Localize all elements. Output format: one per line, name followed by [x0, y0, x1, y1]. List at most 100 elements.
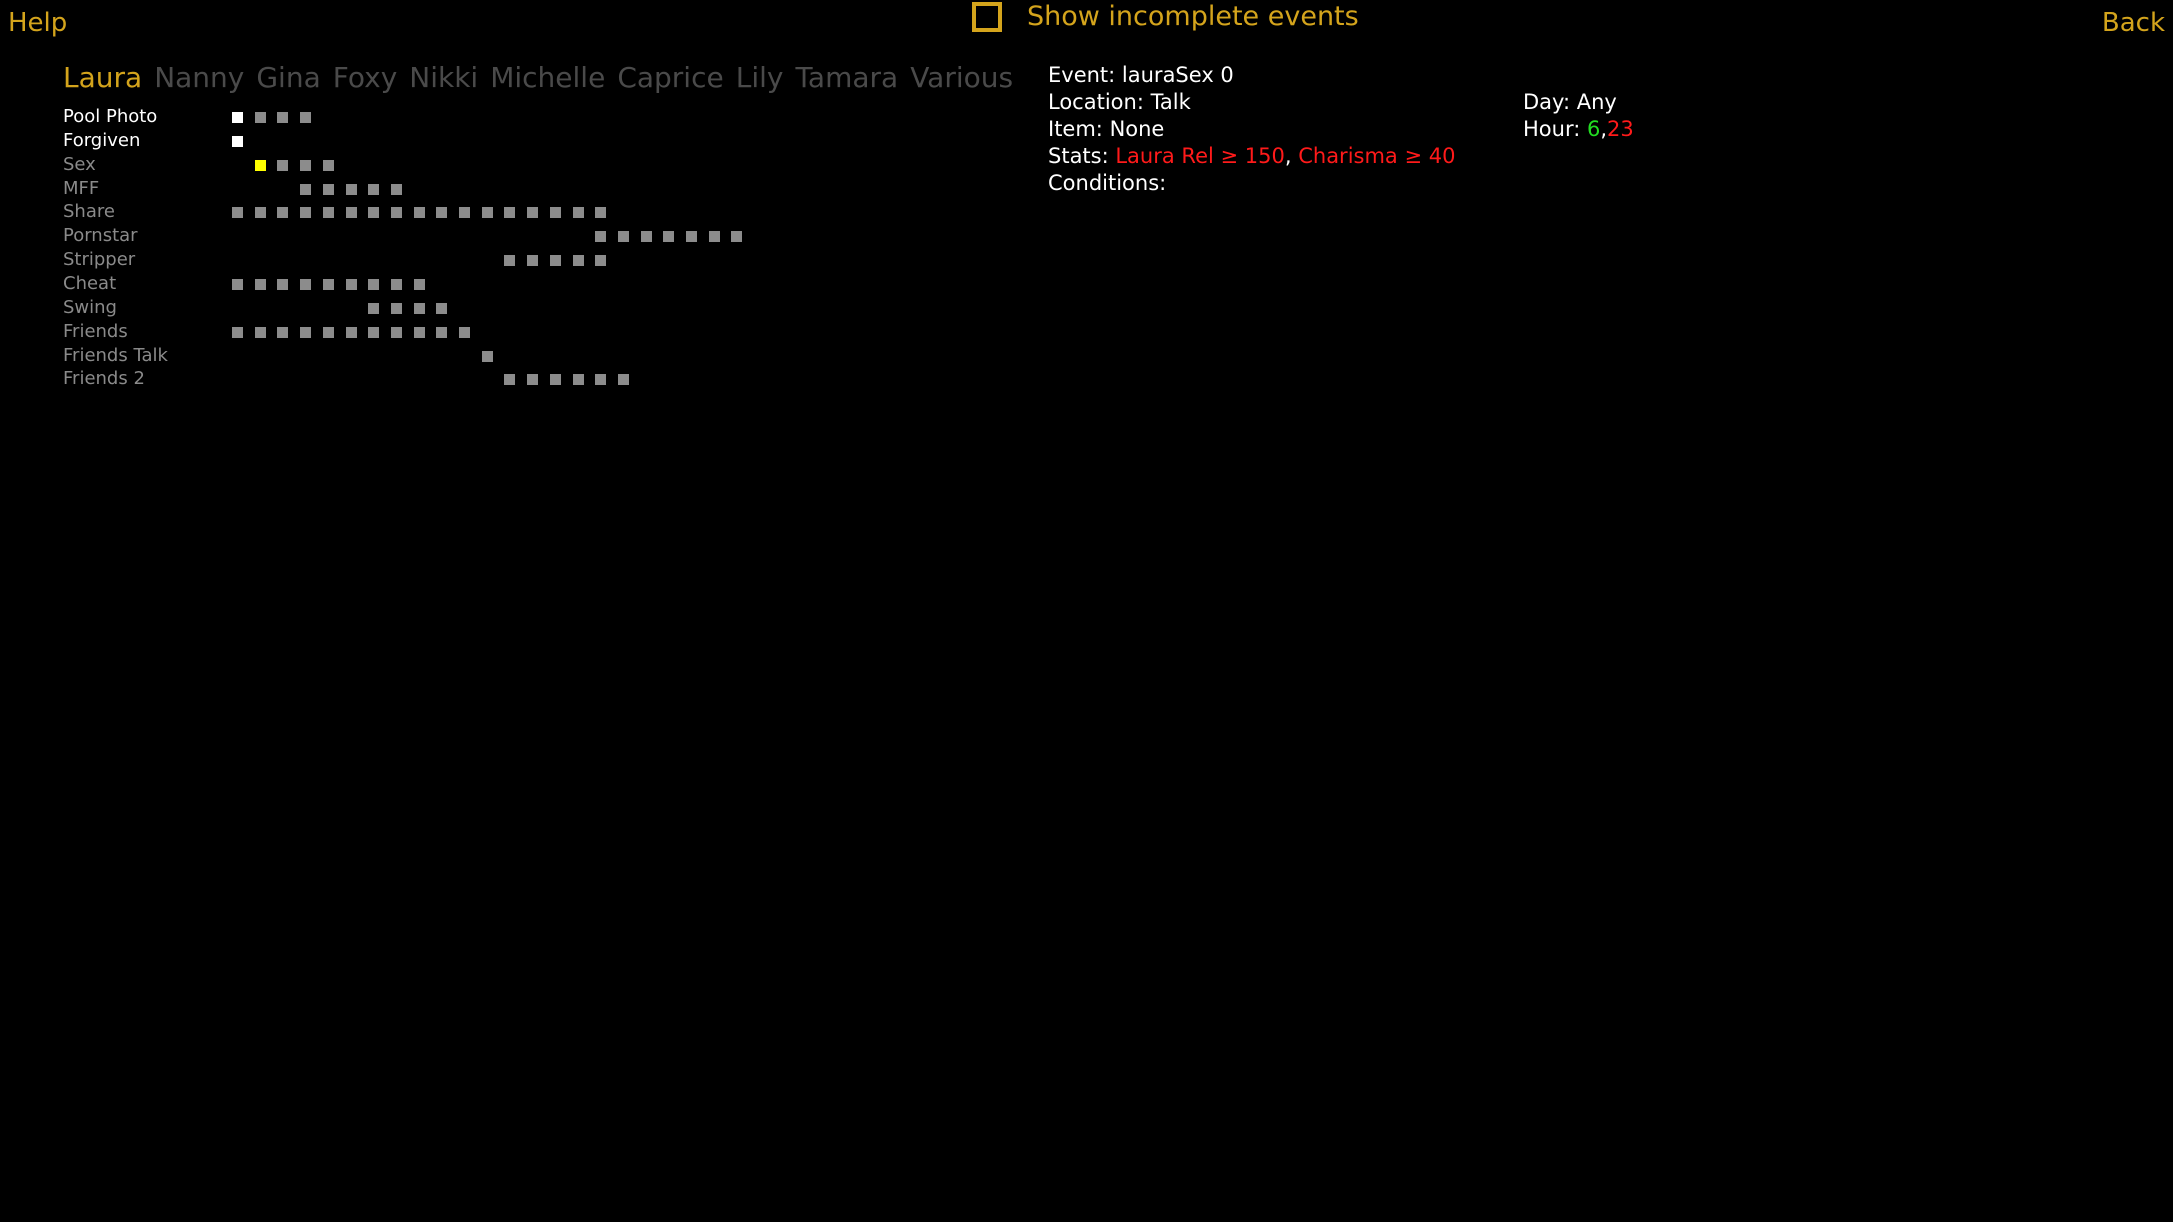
event-row-label: Pornstar	[63, 225, 138, 247]
event-step[interactable]	[390, 326, 402, 338]
event-step[interactable]	[436, 302, 448, 314]
event-step[interactable]	[345, 207, 357, 219]
event-step[interactable]	[322, 159, 334, 171]
event-step[interactable]	[300, 159, 312, 171]
event-step[interactable]	[413, 207, 425, 219]
event-timing: Day: Any Hour: 6,23	[1523, 89, 1634, 143]
event-step[interactable]	[300, 326, 312, 338]
tab-laura[interactable]: Laura	[63, 61, 142, 94]
event-step[interactable]	[527, 207, 539, 219]
tab-michelle[interactable]: Michelle	[490, 61, 605, 94]
event-row-label: Friends 2	[63, 368, 145, 390]
event-step[interactable]	[640, 231, 652, 243]
event-step[interactable]	[368, 183, 380, 195]
event-step[interactable]	[459, 207, 470, 219]
help-button[interactable]: Help	[8, 8, 67, 38]
event-step[interactable]	[459, 326, 470, 338]
event-step[interactable]	[254, 207, 266, 219]
event-step[interactable]	[322, 278, 334, 290]
event-step[interactable]	[277, 159, 289, 171]
event-step[interactable]	[527, 255, 539, 267]
event-step[interactable]	[436, 326, 448, 338]
event-step[interactable]	[504, 207, 516, 219]
event-step[interactable]	[345, 183, 357, 195]
event-row-label: Stripper	[63, 249, 136, 271]
tab-nanny[interactable]: Nanny	[154, 61, 244, 94]
event-step[interactable]	[368, 326, 380, 338]
event-step[interactable]	[413, 326, 425, 338]
event-step[interactable]	[322, 183, 334, 195]
stats-line: Stats: Laura Rel ≥ 150, Charisma ≥ 40	[1048, 143, 1455, 170]
event-step[interactable]	[254, 278, 266, 290]
show-incomplete-label: Show incomplete events	[1027, 1, 1359, 32]
event-step[interactable]	[595, 255, 607, 267]
event-step[interactable]	[504, 255, 516, 267]
event-step[interactable]	[300, 112, 312, 123]
tab-nikki[interactable]: Nikki	[409, 61, 478, 94]
event-step[interactable]	[549, 374, 561, 386]
event-step[interactable]	[345, 278, 357, 290]
event-step[interactable]	[232, 326, 243, 338]
checkbox[interactable]	[972, 2, 1002, 32]
event-step[interactable]	[549, 207, 561, 219]
show-incomplete-toggle[interactable]: Show incomplete events	[972, 0, 1359, 34]
event-step[interactable]	[390, 302, 402, 314]
event-step[interactable]	[731, 231, 743, 243]
event-step[interactable]	[277, 326, 289, 338]
event-step[interactable]	[595, 374, 607, 386]
event-step[interactable]	[232, 278, 243, 290]
event-step[interactable]	[549, 255, 561, 267]
event-step[interactable]	[572, 374, 584, 386]
event-step[interactable]	[527, 374, 539, 386]
event-step[interactable]	[345, 326, 357, 338]
event-step[interactable]	[572, 255, 584, 267]
event-step[interactable]	[390, 183, 402, 195]
event-step[interactable]	[300, 207, 312, 219]
event-step[interactable]	[504, 374, 516, 386]
tab-caprice[interactable]: Caprice	[617, 61, 723, 94]
event-step[interactable]	[481, 207, 493, 219]
event-step[interactable]	[708, 231, 720, 243]
hour-value: 6	[1586, 117, 1601, 141]
event-step[interactable]	[277, 207, 289, 219]
event-step[interactable]	[254, 112, 266, 123]
event-step[interactable]	[368, 302, 380, 314]
event-step[interactable]	[322, 326, 334, 338]
day-value: Any	[1576, 90, 1617, 114]
character-tabs: Laura Nanny Gina Foxy Nikki Michelle Caprice Li…	[63, 61, 1025, 94]
tab-foxy[interactable]: Foxy	[333, 61, 398, 94]
event-step[interactable]	[481, 350, 493, 362]
event-step[interactable]	[254, 326, 266, 338]
event-step[interactable]	[436, 207, 448, 219]
event-step[interactable]	[322, 207, 334, 219]
tab-tamara[interactable]: Tamara	[795, 61, 898, 94]
back-button[interactable]: Back	[2102, 8, 2165, 38]
event-detail: Event: lauraSex 0 Location: Talk Item: N…	[1048, 62, 1455, 197]
event-value: lauraSex 0	[1121, 63, 1234, 87]
event-step[interactable]	[390, 278, 402, 290]
event-step[interactable]	[368, 207, 380, 219]
event-step[interactable]	[300, 278, 312, 290]
event-step[interactable]	[595, 231, 607, 243]
tab-gina[interactable]: Gina	[256, 61, 320, 94]
event-step[interactable]	[595, 207, 607, 219]
event-step[interactable]	[300, 183, 312, 195]
event-step[interactable]	[572, 207, 584, 219]
event-step[interactable]	[686, 231, 697, 243]
event-step[interactable]	[663, 231, 675, 243]
event-row-label: Sex	[63, 153, 96, 175]
event-step[interactable]	[232, 207, 243, 219]
separator: ,	[1284, 144, 1299, 168]
tab-various[interactable]: Various	[910, 61, 1013, 94]
event-step[interactable]	[617, 374, 629, 386]
event-step[interactable]	[413, 302, 425, 314]
event-step[interactable]	[277, 278, 289, 290]
event-step[interactable]	[390, 207, 402, 219]
event-step[interactable]	[368, 278, 380, 290]
tab-lily[interactable]: Lily	[736, 61, 784, 94]
event-step[interactable]	[617, 231, 629, 243]
event-step[interactable]	[277, 112, 289, 123]
event-step[interactable]	[413, 278, 425, 290]
event-step-completed[interactable]	[232, 112, 243, 123]
event-step-completed[interactable]	[232, 135, 243, 147]
